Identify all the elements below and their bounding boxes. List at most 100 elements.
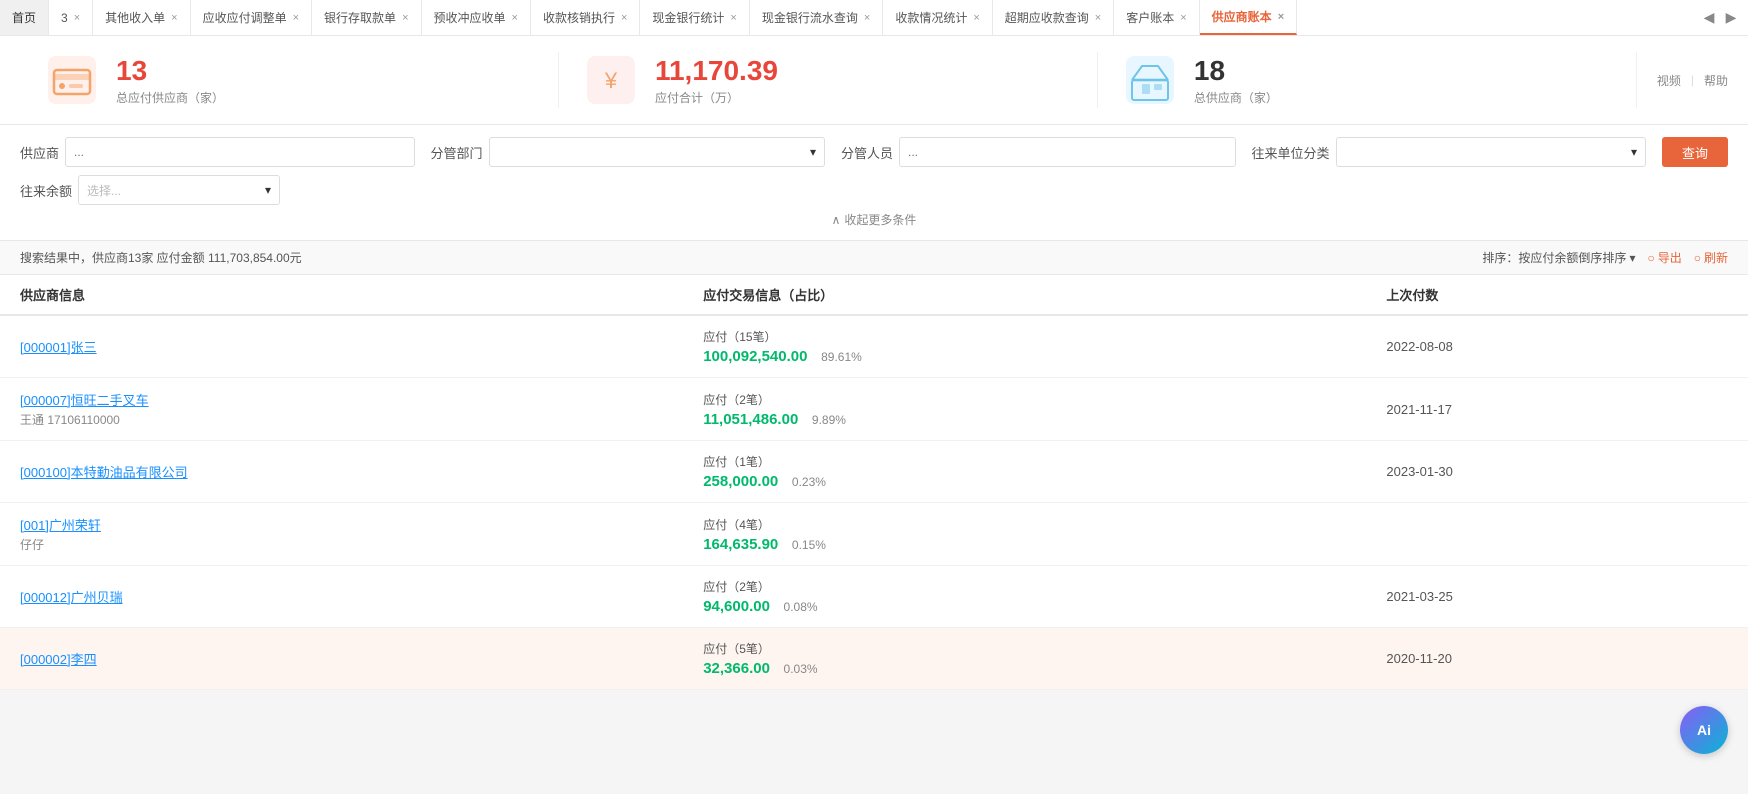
supplier-info: [000002]李四 bbox=[20, 649, 703, 668]
supplier-info: [000001]张三 bbox=[20, 337, 703, 356]
nav-item-overdue[interactable]: 超期应收款查询 × bbox=[993, 0, 1114, 35]
nav-item-adjust[interactable]: 应收应付调整单 × bbox=[191, 0, 312, 35]
supplier-input[interactable] bbox=[65, 137, 414, 167]
dept-label: 分管部门 bbox=[431, 143, 483, 162]
txn-count: 应付（1笔） bbox=[703, 453, 1386, 470]
ai-button[interactable]: Ai bbox=[1680, 706, 1728, 754]
table-row: [000007]恒旺二手叉车 王通 17106110000 应付（2笔） 11,… bbox=[0, 378, 1748, 441]
summary-card-total-suppliers: 18 总供应商（家） bbox=[1098, 52, 1637, 108]
table-row: [000001]张三 应付（15笔） 100,092,540.00 89.61%… bbox=[0, 316, 1748, 378]
txn-amount[interactable]: 11,051,486.00 bbox=[703, 411, 798, 428]
nav-item-customer-ledger[interactable]: 客户账本 × bbox=[1114, 0, 1199, 35]
total-payable-label: 应付合计（万） bbox=[655, 89, 778, 106]
close-icon[interactable]: × bbox=[973, 12, 979, 24]
txn-amount[interactable]: 164,635.90 bbox=[703, 536, 778, 553]
txn-info: 应付（1笔） 258,000.00 0.23% bbox=[703, 453, 1386, 490]
ai-label: Ai bbox=[1697, 722, 1711, 738]
nav-item-cashbank-flow[interactable]: 现金银行流水查询 × bbox=[750, 0, 883, 35]
close-icon[interactable]: × bbox=[293, 12, 299, 24]
balance-select[interactable]: 选择... ▾ bbox=[78, 175, 280, 205]
txn-percent: 0.23% bbox=[792, 475, 826, 489]
verify-label: 收款核销执行 bbox=[543, 9, 615, 26]
nav-bar: 首页 3 × 其他收入单 × 应收应付调整单 × 银行存取款单 × 预收冲应收单… bbox=[0, 0, 1748, 36]
supplier-name-link[interactable]: [000100]本特勤油品有限公司 bbox=[20, 462, 703, 481]
summary-text-payable: 13 总应付供应商（家） bbox=[116, 54, 224, 107]
nav-item-bank[interactable]: 银行存取款单 × bbox=[312, 0, 421, 35]
last-payment-date: 2020-11-20 bbox=[1386, 651, 1728, 666]
close-icon[interactable]: × bbox=[621, 12, 627, 24]
nav-prev-button[interactable]: ◀ bbox=[1698, 7, 1720, 29]
nav-item-receipt-stat[interactable]: 收款情况统计 × bbox=[883, 0, 992, 35]
refresh-button[interactable]: ○ 刷新 bbox=[1694, 249, 1728, 266]
balance-filter: 往来余额 选择... ▾ bbox=[20, 175, 280, 205]
close-icon[interactable]: × bbox=[402, 12, 408, 24]
nav-item-cashbank-stat[interactable]: 现金银行统计 × bbox=[640, 0, 749, 35]
refresh-icon: ○ bbox=[1694, 251, 1701, 265]
close-icon[interactable]: × bbox=[74, 12, 80, 24]
person-input[interactable] bbox=[899, 137, 1235, 167]
nav-item-supplier-ledger[interactable]: 供应商账本 × bbox=[1200, 0, 1297, 35]
col-header-txn: 应付交易信息（占比） bbox=[703, 285, 1386, 304]
sort-chevron-icon: ▾ bbox=[1629, 251, 1635, 265]
summary-card-total-payable: ¥ 11,170.39 应付合计（万） bbox=[559, 52, 1098, 108]
balance-chevron-icon: ▾ bbox=[265, 183, 271, 197]
txn-count: 应付（2笔） bbox=[703, 578, 1386, 595]
nav-item-verify[interactable]: 收款核销执行 × bbox=[531, 0, 640, 35]
supplier-name-link[interactable]: [000012]广州贝瑞 bbox=[20, 587, 703, 606]
txn-count: 应付（5笔） bbox=[703, 640, 1386, 657]
balance-placeholder: 选择... bbox=[87, 182, 121, 199]
dept-select[interactable]: ▾ bbox=[489, 137, 825, 167]
supplier-name-link[interactable]: [000007]恒旺二手叉车 bbox=[20, 390, 703, 409]
other-income-label: 其他收入单 bbox=[105, 9, 165, 26]
nav-item-home[interactable]: 首页 bbox=[0, 0, 49, 35]
txn-count: 应付（15笔） bbox=[703, 328, 1386, 345]
close-icon[interactable]: × bbox=[864, 12, 870, 24]
supplier-name-link[interactable]: [000001]张三 bbox=[20, 337, 703, 356]
supplier-ledger-label: 供应商账本 bbox=[1212, 8, 1272, 25]
search-button[interactable]: 查询 bbox=[1662, 137, 1728, 167]
balance-label: 往来余额 bbox=[20, 181, 72, 200]
help-link[interactable]: 帮助 bbox=[1704, 72, 1728, 89]
unit-label: 往来单位分类 bbox=[1252, 143, 1330, 162]
txn-amount[interactable]: 94,600.00 bbox=[703, 598, 770, 615]
total-suppliers-value: 18 bbox=[1194, 54, 1278, 88]
video-link[interactable]: 视频 bbox=[1657, 72, 1681, 89]
cashbank-stat-label: 现金银行统计 bbox=[652, 9, 724, 26]
nav-item-3[interactable]: 3 × bbox=[49, 0, 93, 35]
txn-info: 应付（2笔） 94,600.00 0.08% bbox=[703, 578, 1386, 615]
export-button[interactable]: ○ 导出 bbox=[1647, 249, 1681, 266]
txn-amount[interactable]: 32,366.00 bbox=[703, 660, 770, 677]
col-header-lastpay: 上次付数 bbox=[1386, 285, 1728, 304]
close-icon[interactable]: × bbox=[171, 12, 177, 24]
txn-info: 应付（4笔） 164,635.90 0.15% bbox=[703, 516, 1386, 553]
supplier-name-link[interactable]: [000002]李四 bbox=[20, 649, 703, 668]
close-icon[interactable]: × bbox=[1278, 11, 1284, 23]
collapse-button[interactable]: ∧ 收起更多条件 bbox=[20, 211, 1728, 228]
last-payment-date: 2021-03-25 bbox=[1386, 589, 1728, 604]
close-icon[interactable]: × bbox=[512, 12, 518, 24]
refresh-label: 刷新 bbox=[1704, 249, 1728, 266]
total-payable-icon: ¥ bbox=[583, 52, 639, 108]
chevron-up-icon: ∧ bbox=[832, 213, 841, 227]
close-icon[interactable]: × bbox=[1180, 12, 1186, 24]
txn-percent: 0.08% bbox=[784, 600, 818, 614]
sort-button[interactable]: 排序：按应付余额倒序排序 ▾ bbox=[1482, 249, 1635, 266]
txn-amount[interactable]: 100,092,540.00 bbox=[703, 348, 807, 365]
supplier-name-link[interactable]: [001]广州荣轩 bbox=[20, 515, 703, 534]
nav-next-button[interactable]: ▶ bbox=[1720, 7, 1742, 29]
result-bar-right: 排序：按应付余额倒序排序 ▾ ○ 导出 ○ 刷新 bbox=[1482, 249, 1728, 266]
top-right-links: 视频 | 帮助 bbox=[1637, 72, 1728, 89]
unit-select[interactable]: ▾ bbox=[1336, 137, 1646, 167]
nav-item-prepay[interactable]: 预收冲应收单 × bbox=[422, 0, 531, 35]
nav-item-other-income[interactable]: 其他收入单 × bbox=[93, 0, 190, 35]
close-icon[interactable]: × bbox=[730, 12, 736, 24]
txn-amount[interactable]: 258,000.00 bbox=[703, 473, 778, 490]
nav-arrows: ◀ ▶ bbox=[1692, 7, 1748, 29]
table-header: 供应商信息 应付交易信息（占比） 上次付数 bbox=[0, 275, 1748, 316]
close-icon[interactable]: × bbox=[1095, 12, 1101, 24]
txn-percent: 0.03% bbox=[784, 662, 818, 676]
collapse-label: 收起更多条件 bbox=[844, 211, 916, 228]
payable-suppliers-label: 总应付供应商（家） bbox=[116, 89, 224, 106]
supplier-label: 供应商 bbox=[20, 143, 59, 162]
payable-suppliers-value: 13 bbox=[116, 54, 224, 88]
